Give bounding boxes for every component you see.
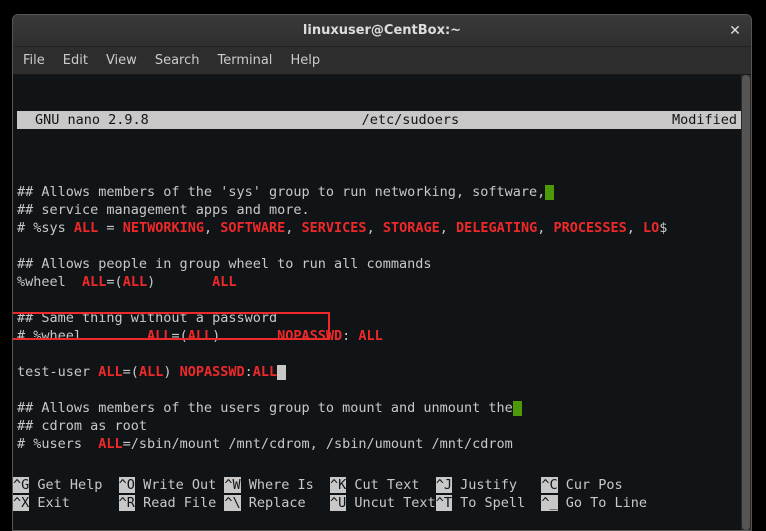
- shortcut-label: Read File: [135, 495, 224, 511]
- shortcut-key: ^O: [119, 477, 135, 493]
- text-line: # %wheel: [17, 328, 147, 344]
- editor-content: ## Allows members of the 'sys' group to …: [17, 147, 747, 507]
- text-line: # %sys: [17, 220, 74, 236]
- shortcut-label: Uncut Text: [346, 495, 435, 511]
- text-line: ## Allows people in group wheel to run a…: [17, 256, 432, 272]
- scrollbar-thumb[interactable]: [742, 75, 750, 530]
- shortcut-key: ^\: [224, 495, 240, 511]
- menu-view[interactable]: View: [106, 53, 137, 68]
- terminal-area[interactable]: GNU nano 2.9.8 /etc/sudoers Modified ## …: [13, 75, 751, 530]
- text-line: %wheel: [17, 274, 82, 290]
- shortcut-label: Cur Pos: [558, 477, 623, 493]
- shortcut-label: Cut Text: [346, 477, 435, 493]
- text-line: ## service management apps and more.: [17, 202, 310, 218]
- shortcut-label: To Spell: [452, 495, 541, 511]
- close-icon[interactable]: ✕: [725, 21, 745, 41]
- menu-edit[interactable]: Edit: [63, 53, 88, 68]
- nano-header: GNU nano 2.9.8 /etc/sudoers Modified: [17, 111, 747, 129]
- shortcut-key: ^J: [436, 477, 452, 493]
- cursor-icon: [277, 365, 286, 380]
- shortcut-key: ^T: [436, 495, 452, 511]
- shortcut-label: Exit: [29, 495, 118, 511]
- menu-file[interactable]: File: [23, 53, 45, 68]
- shortcut-key: ^U: [330, 495, 346, 511]
- wrap-marker-icon: [513, 401, 522, 416]
- nano-version: GNU nano 2.9.8: [35, 111, 149, 129]
- shortcut-key: ^_: [541, 495, 557, 511]
- menu-search[interactable]: Search: [155, 53, 200, 68]
- wrap-marker-icon: [545, 185, 554, 200]
- nano-shortcuts: ^G Get Help ^O Write Out ^W Where Is ^K …: [13, 458, 751, 530]
- menu-terminal[interactable]: Terminal: [217, 53, 272, 68]
- window-title: linuxuser@CentBox:~: [303, 23, 461, 38]
- shortcut-label: Replace: [241, 495, 330, 511]
- shortcut-key: ^K: [330, 477, 346, 493]
- menubar: File Edit View Search Terminal Help: [13, 47, 751, 75]
- shortcut-label: Where Is: [241, 477, 330, 493]
- text-line: ## cdrom as root: [17, 418, 147, 434]
- text-line: ## Allows members of the users group to …: [17, 400, 513, 416]
- nano-status: Modified: [672, 111, 737, 129]
- text-line: # %users: [17, 436, 98, 452]
- shortcut-key: ^C: [541, 477, 557, 493]
- shortcut-key: ^X: [13, 495, 29, 511]
- highlighted-line: test-user: [17, 364, 98, 380]
- shortcut-key: ^G: [13, 477, 29, 493]
- shortcut-label: Justify: [452, 477, 541, 493]
- titlebar[interactable]: linuxuser@CentBox:~ ✕: [13, 15, 751, 47]
- menu-help[interactable]: Help: [290, 53, 320, 68]
- shortcut-label: Get Help: [29, 477, 118, 493]
- shortcut-label: Go To Line: [558, 495, 647, 511]
- text-line: ## Allows members of the 'sys' group to …: [17, 184, 545, 200]
- shortcut-key: ^W: [224, 477, 240, 493]
- scrollbar[interactable]: [741, 75, 751, 530]
- text-line: ## Same thing without a password: [17, 310, 277, 326]
- nano-filename: /etc/sudoers: [362, 111, 460, 129]
- shortcut-key: ^R: [119, 495, 135, 511]
- terminal-window: linuxuser@CentBox:~ ✕ File Edit View Sea…: [12, 14, 752, 531]
- shortcut-label: Write Out: [135, 477, 224, 493]
